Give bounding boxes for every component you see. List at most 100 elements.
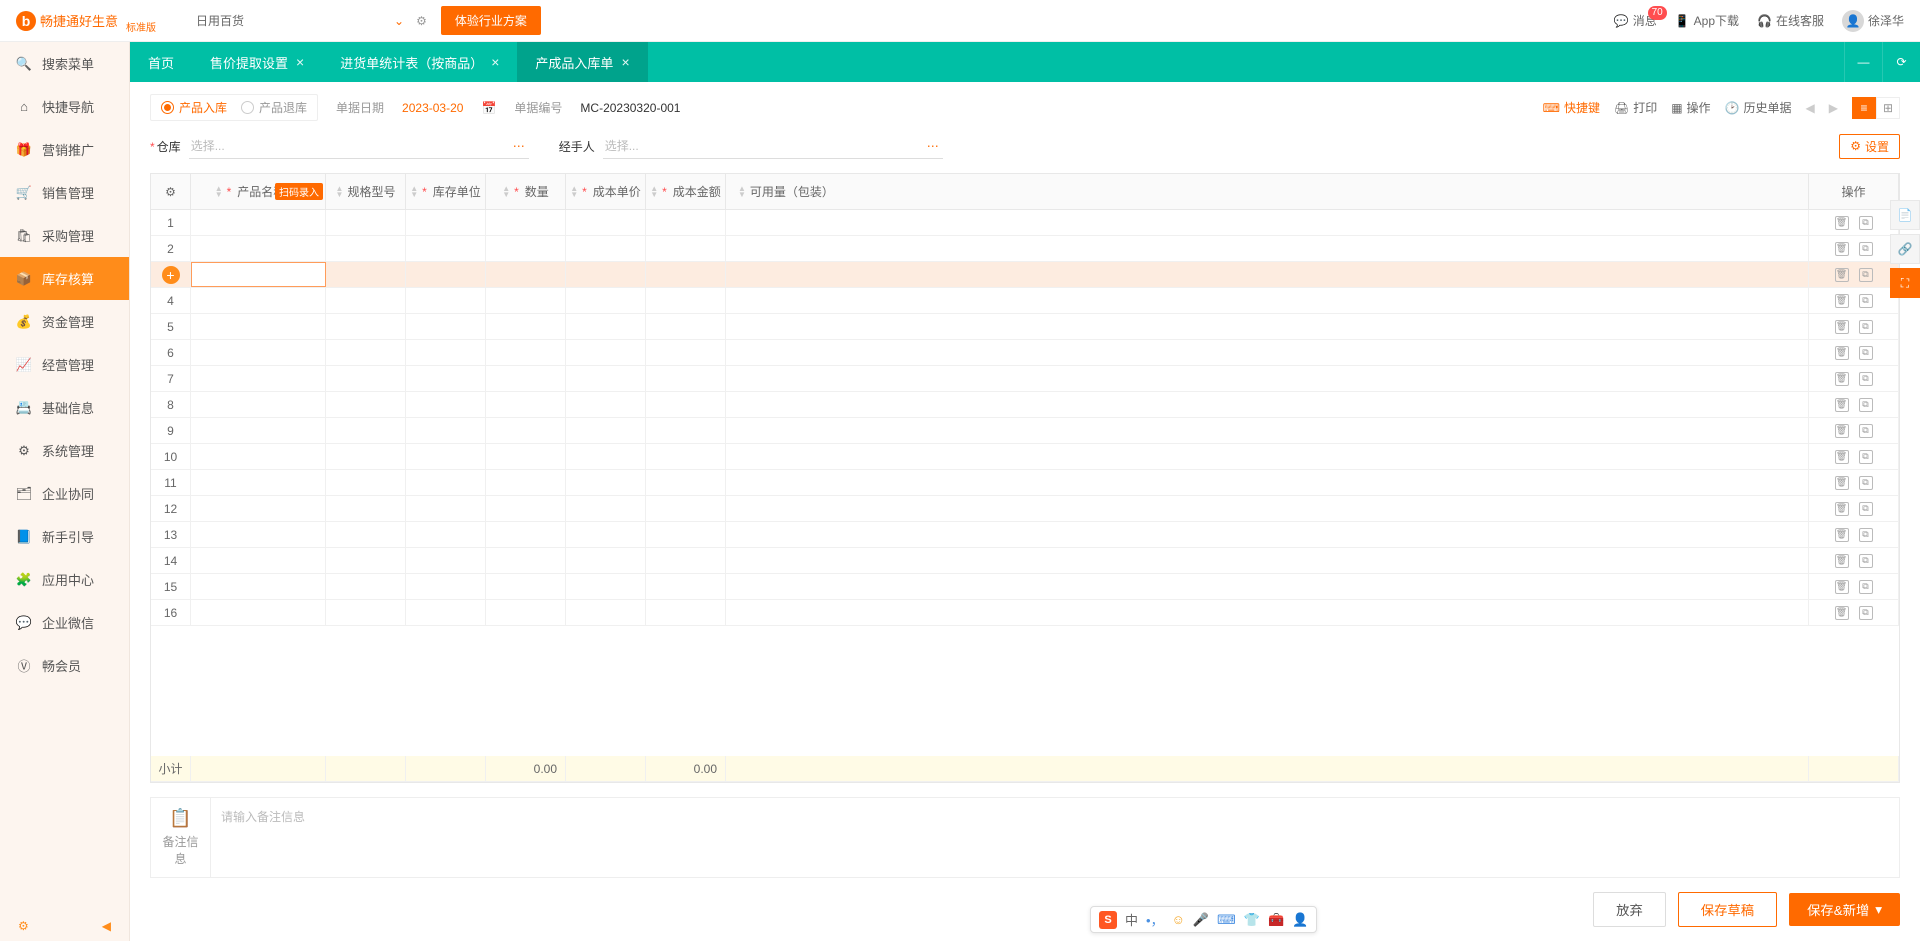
cell-amount[interactable] <box>646 210 726 235</box>
close-icon[interactable]: × <box>621 54 629 70</box>
cell-price[interactable] <box>566 314 646 339</box>
cell-name[interactable] <box>191 288 326 313</box>
delete-icon[interactable]: 🗑 <box>1835 424 1849 438</box>
cell-name[interactable] <box>191 574 326 599</box>
copy-icon[interactable]: ⧉ <box>1859 216 1873 230</box>
cell-spec[interactable] <box>326 444 406 469</box>
cell-qty[interactable] <box>486 522 566 547</box>
col-price[interactable]: ▲▼ *成本单价 <box>566 174 646 209</box>
rail-link-button[interactable]: 🔗 <box>1890 234 1920 264</box>
cell-qty[interactable] <box>486 574 566 599</box>
cell-qty[interactable] <box>486 340 566 365</box>
cell-avail[interactable] <box>726 444 1809 469</box>
cell-unit[interactable] <box>406 314 486 339</box>
ime-punct-icon[interactable]: •， <box>1146 910 1164 929</box>
cell-avail[interactable] <box>726 392 1809 417</box>
cell-spec[interactable] <box>326 288 406 313</box>
more-icon[interactable]: ⋯ <box>927 139 941 153</box>
cell-spec[interactable] <box>326 418 406 443</box>
cell-spec[interactable] <box>326 470 406 495</box>
delete-icon[interactable]: 🗑 <box>1835 528 1849 542</box>
tab-minimize-button[interactable]: — <box>1844 42 1882 82</box>
cell-name[interactable] <box>191 548 326 573</box>
copy-icon[interactable]: ⧉ <box>1859 268 1873 282</box>
cell-name[interactable] <box>191 470 326 495</box>
cell-amount[interactable] <box>646 574 726 599</box>
table-row[interactable]: 5🗑⧉ <box>151 314 1899 340</box>
card-view-button[interactable]: ⊞ <box>1876 97 1900 119</box>
ime-mic-icon[interactable]: 🎤 <box>1193 912 1209 928</box>
sidebar-item[interactable]: 🧩应用中心 <box>0 558 129 601</box>
tab-refresh-button[interactable]: ⟳ <box>1882 42 1920 82</box>
tab[interactable]: 产成品入库单× <box>517 42 647 82</box>
cell-avail[interactable] <box>726 314 1809 339</box>
scan-tag[interactable]: 扫码录入 <box>275 183 323 200</box>
ime-lang[interactable]: 中 <box>1125 910 1138 929</box>
operator-select[interactable]: 选择... ⋯ <box>603 133 943 159</box>
ime-toolbar[interactable]: S 中 •， ☺ 🎤 ⌨ 👕 🧰 👤 <box>1090 906 1317 933</box>
sidebar-item[interactable]: 📇基础信息 <box>0 386 129 429</box>
cell-unit[interactable] <box>406 418 486 443</box>
save-draft-button[interactable]: 保存草稿 <box>1678 892 1777 927</box>
remark-input[interactable]: 请输入备注信息 <box>211 798 1899 877</box>
cell-avail[interactable] <box>726 340 1809 365</box>
cell-qty[interactable] <box>486 444 566 469</box>
ime-skin-icon[interactable]: 👕 <box>1244 912 1260 928</box>
add-row-button[interactable]: + <box>162 266 180 284</box>
table-row[interactable]: 7🗑⧉ <box>151 366 1899 392</box>
col-qty[interactable]: ▲▼ *数量 <box>486 174 566 209</box>
cell-avail[interactable] <box>726 574 1809 599</box>
cell-spec[interactable] <box>326 574 406 599</box>
cell-price[interactable] <box>566 444 646 469</box>
date-value[interactable]: 2023-03-20 <box>402 101 463 115</box>
delete-icon[interactable]: 🗑 <box>1835 216 1849 230</box>
cell-qty[interactable] <box>486 470 566 495</box>
cell-spec[interactable] <box>326 600 406 625</box>
copy-icon[interactable]: ⧉ <box>1859 476 1873 490</box>
cell-amount[interactable] <box>646 314 726 339</box>
copy-icon[interactable]: ⧉ <box>1859 502 1873 516</box>
shortcut-button[interactable]: ⌨ 快捷键 <box>1543 99 1600 116</box>
cell-name[interactable] <box>191 366 326 391</box>
table-row[interactable]: 10🗑⧉ <box>151 444 1899 470</box>
online-service-button[interactable]: 🎧 在线客服 <box>1757 12 1824 29</box>
copy-icon[interactable]: ⧉ <box>1859 606 1873 620</box>
cell-unit[interactable] <box>406 470 486 495</box>
discard-button[interactable]: 放弃 <box>1593 892 1666 927</box>
table-row[interactable]: 2🗑⧉ <box>151 236 1899 262</box>
ime-keyboard-icon[interactable]: ⌨ <box>1217 912 1236 928</box>
operate-button[interactable]: ▦ 操作 <box>1671 99 1710 116</box>
cell-amount[interactable] <box>646 444 726 469</box>
cell-qty[interactable] <box>486 210 566 235</box>
cell-price[interactable] <box>566 418 646 443</box>
cell-avail[interactable] <box>726 548 1809 573</box>
cell-spec[interactable] <box>326 210 406 235</box>
cell-price[interactable] <box>566 210 646 235</box>
rail-expand-button[interactable]: ⛶ <box>1890 268 1920 298</box>
cell-spec[interactable] <box>326 522 406 547</box>
save-new-button[interactable]: 保存&新增 ▾ <box>1789 893 1900 926</box>
cell-spec[interactable] <box>326 392 406 417</box>
cell-amount[interactable] <box>646 418 726 443</box>
cell-qty[interactable] <box>486 262 566 287</box>
cell-unit[interactable] <box>406 574 486 599</box>
copy-icon[interactable]: ⧉ <box>1859 528 1873 542</box>
cell-avail[interactable] <box>726 496 1809 521</box>
sidebar-item[interactable]: 💰资金管理 <box>0 300 129 343</box>
cell-amount[interactable] <box>646 288 726 313</box>
cell-amount[interactable] <box>646 366 726 391</box>
cell-unit[interactable] <box>406 262 486 287</box>
close-icon[interactable]: × <box>296 54 304 70</box>
cell-avail[interactable] <box>726 366 1809 391</box>
cell-spec[interactable] <box>326 314 406 339</box>
category-dropdown[interactable]: 日用百货 ⌄ <box>196 12 404 29</box>
delete-icon[interactable]: 🗑 <box>1835 502 1849 516</box>
cell-avail[interactable] <box>726 210 1809 235</box>
copy-icon[interactable]: ⧉ <box>1859 398 1873 412</box>
cell-qty[interactable] <box>486 548 566 573</box>
cell-avail[interactable] <box>726 470 1809 495</box>
cell-price[interactable] <box>566 392 646 417</box>
cell-price[interactable] <box>566 366 646 391</box>
copy-icon[interactable]: ⧉ <box>1859 346 1873 360</box>
table-row[interactable]: 4🗑⧉ <box>151 288 1899 314</box>
